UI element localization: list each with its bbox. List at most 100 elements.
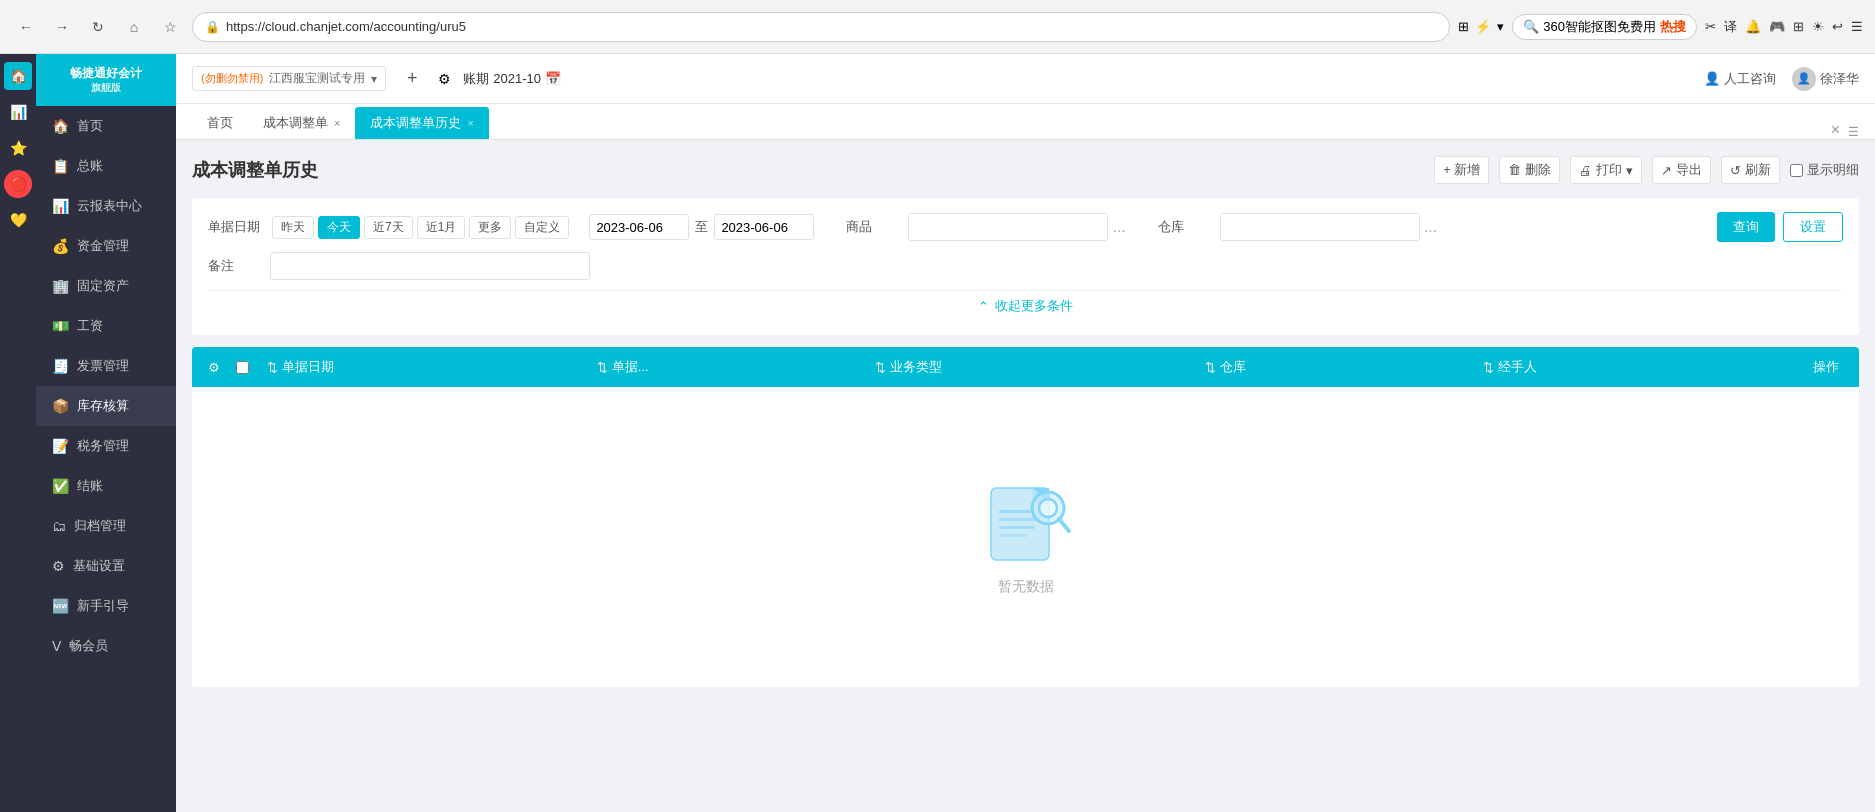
notes-input[interactable] — [270, 252, 590, 280]
icon-bar-star[interactable]: ⭐ — [4, 134, 32, 162]
icon-bar-chart[interactable]: 📊 — [4, 98, 32, 126]
yesterday-btn[interactable]: 昨天 — [272, 216, 314, 239]
th-date[interactable]: ⇅ 单据日期 — [257, 358, 587, 376]
new-button[interactable]: + 新增 — [1434, 156, 1489, 184]
sort-date-icon: ⇅ — [267, 360, 278, 375]
company-selector[interactable]: (勿删勿禁用) 江西服宝测试专用 ▾ — [192, 66, 386, 91]
forward-button[interactable]: → — [48, 13, 76, 41]
home-icon: 🏠 — [52, 118, 69, 134]
print-button[interactable]: 🖨 打印 ▾ — [1570, 156, 1642, 184]
dropdown-icon: ▾ — [371, 72, 377, 86]
period-label: 账期 — [463, 70, 489, 88]
browser-search-bar[interactable]: 🔍 360智能抠图免费用 热搜 — [1512, 14, 1697, 40]
date-to-input[interactable] — [714, 214, 814, 240]
calendar-icon: 📅 — [545, 71, 561, 86]
sidebar-item-guide[interactable]: 🆕 新手引导 — [36, 586, 176, 626]
tab-cost-history[interactable]: 成本调整单历史 × — [355, 107, 488, 139]
th-num[interactable]: ⇅ 单据... — [587, 358, 865, 376]
collapse-more-button[interactable]: ⌃ 收起更多条件 — [208, 290, 1843, 321]
sidebar-item-assets-label: 固定资产 — [77, 277, 129, 295]
service-label[interactable]: 👤 人工咨询 — [1704, 70, 1776, 88]
bookmark-button[interactable]: ☆ — [156, 13, 184, 41]
page-actions: + 新增 🗑 删除 🖨 打印 ▾ ↗ ↗ 导出 导出 ↺ 刷新 — [1434, 156, 1859, 184]
settings-gear-icon[interactable]: ⚙ — [438, 71, 451, 87]
tab-cost-adjust[interactable]: 成本调整单 × — [248, 107, 355, 139]
sidebar-item-archive[interactable]: 🗂 归档管理 — [36, 506, 176, 546]
sidebar-item-member[interactable]: V 畅会员 — [36, 626, 176, 666]
close-all-tabs-button[interactable]: × — [1831, 121, 1840, 139]
icon-bar-home[interactable]: 🏠 — [4, 62, 32, 90]
sidebar-item-ledger[interactable]: 📋 总账 — [36, 146, 176, 186]
app-logo: 畅捷通好会计 旗舰版 — [36, 54, 176, 106]
goods-filter-label: 商品 — [846, 218, 896, 236]
svg-rect-5 — [999, 526, 1035, 529]
date-from-input[interactable] — [589, 214, 689, 240]
th-warehouse[interactable]: ⇅ 仓库 — [1195, 358, 1473, 376]
today-btn[interactable]: 今天 — [318, 216, 360, 239]
home-button[interactable]: ⌂ — [120, 13, 148, 41]
query-button[interactable]: 查询 — [1717, 212, 1775, 242]
sidebar-item-reports[interactable]: 📊 云报表中心 — [36, 186, 176, 226]
filter-row-date: 单据日期 昨天 今天 近7天 近1月 更多 自定义 至 — [208, 212, 1843, 242]
show-detail-checkbox-label[interactable]: 显示明细 — [1790, 161, 1859, 179]
svg-rect-6 — [999, 534, 1027, 537]
company-name: 江西服宝测试专用 — [269, 70, 365, 87]
more-dates-btn[interactable]: 更多 — [469, 216, 511, 239]
sidebar-item-funds-label: 资金管理 — [77, 237, 129, 255]
warehouse-filter-area: ... — [1220, 213, 1437, 241]
refresh-button[interactable]: ↺ 刷新 — [1721, 156, 1780, 184]
sort-type-icon: ⇅ — [875, 360, 886, 375]
user-info[interactable]: 👤 徐泽华 — [1792, 67, 1859, 91]
print-dropdown-icon: ▾ — [1626, 163, 1633, 178]
custom-date-btn[interactable]: 自定义 — [515, 216, 569, 239]
sidebar-item-inventory[interactable]: 📦 库存核算 — [36, 386, 176, 426]
th-checkbox[interactable] — [228, 361, 257, 374]
sidebar-item-invoice-label: 发票管理 — [77, 357, 129, 375]
tab-cost-history-close[interactable]: × — [467, 117, 473, 129]
sidebar-item-guide-label: 新手引导 — [77, 597, 129, 615]
tab-home[interactable]: 首页 — [192, 107, 248, 139]
goods-more-button[interactable]: ... — [1112, 218, 1125, 236]
top-bar-right: 👤 人工咨询 👤 徐泽华 — [1704, 67, 1859, 91]
url-text: https://cloud.chanjet.com/accounting/uru… — [226, 19, 466, 34]
inventory-icon: 📦 — [52, 398, 69, 414]
reload-button[interactable]: ↻ — [84, 13, 112, 41]
tab-cost-adjust-close[interactable]: × — [334, 117, 340, 129]
funds-icon: 💰 — [52, 238, 69, 254]
svg-point-8 — [1039, 499, 1057, 517]
tab-menu-button[interactable]: ☰ — [1848, 125, 1859, 139]
warehouse-input[interactable] — [1220, 213, 1420, 241]
icon-bar-red[interactable]: 🔴 — [4, 170, 32, 198]
delete-button[interactable]: 🗑 删除 — [1499, 156, 1560, 184]
table-body: 暂无数据 — [192, 387, 1859, 687]
th-gear[interactable]: ⚙ — [200, 360, 228, 375]
goods-input[interactable] — [908, 213, 1108, 241]
th-type[interactable]: ⇅ 业务类型 — [865, 358, 1195, 376]
last7days-btn[interactable]: 近7天 — [364, 216, 413, 239]
sidebar-item-home[interactable]: 🏠 首页 — [36, 106, 176, 146]
icon-bar-yellow[interactable]: 💛 — [4, 206, 32, 234]
tab-cost-history-label: 成本调整单历史 — [370, 114, 461, 132]
table-settings-icon: ⚙ — [208, 360, 220, 375]
sidebar-item-funds[interactable]: 💰 资金管理 — [36, 226, 176, 266]
last-month-btn[interactable]: 近1月 — [417, 216, 466, 239]
filter-settings-button[interactable]: 设置 — [1783, 212, 1843, 242]
sidebar-item-tax[interactable]: 📝 税务管理 — [36, 426, 176, 466]
filter-panel: 单据日期 昨天 今天 近7天 近1月 更多 自定义 至 — [192, 198, 1859, 335]
back-button[interactable]: ← — [12, 13, 40, 41]
add-company-button[interactable]: + — [398, 65, 426, 93]
select-all-checkbox[interactable] — [236, 361, 249, 374]
sidebar-item-settings[interactable]: ⚙ 基础设置 — [36, 546, 176, 586]
th-handler[interactable]: ⇅ 经手人 — [1473, 358, 1803, 376]
warehouse-more-button[interactable]: ... — [1424, 218, 1437, 236]
export-button[interactable]: ↗ ↗ 导出 导出 — [1652, 156, 1711, 184]
icon-bar: 🏠 📊 ⭐ 🔴 💛 — [0, 54, 36, 812]
date-range: 至 — [589, 214, 814, 240]
sidebar-item-assets[interactable]: 🏢 固定资产 — [36, 266, 176, 306]
sidebar-item-payroll[interactable]: 💵 工资 — [36, 306, 176, 346]
show-detail-checkbox[interactable] — [1790, 164, 1803, 177]
sidebar-item-invoice[interactable]: 🧾 发票管理 — [36, 346, 176, 386]
sidebar-item-close[interactable]: ✅ 结账 — [36, 466, 176, 506]
date-separator: 至 — [695, 218, 708, 236]
address-bar[interactable]: 🔒 https://cloud.chanjet.com/accounting/u… — [192, 12, 1450, 42]
